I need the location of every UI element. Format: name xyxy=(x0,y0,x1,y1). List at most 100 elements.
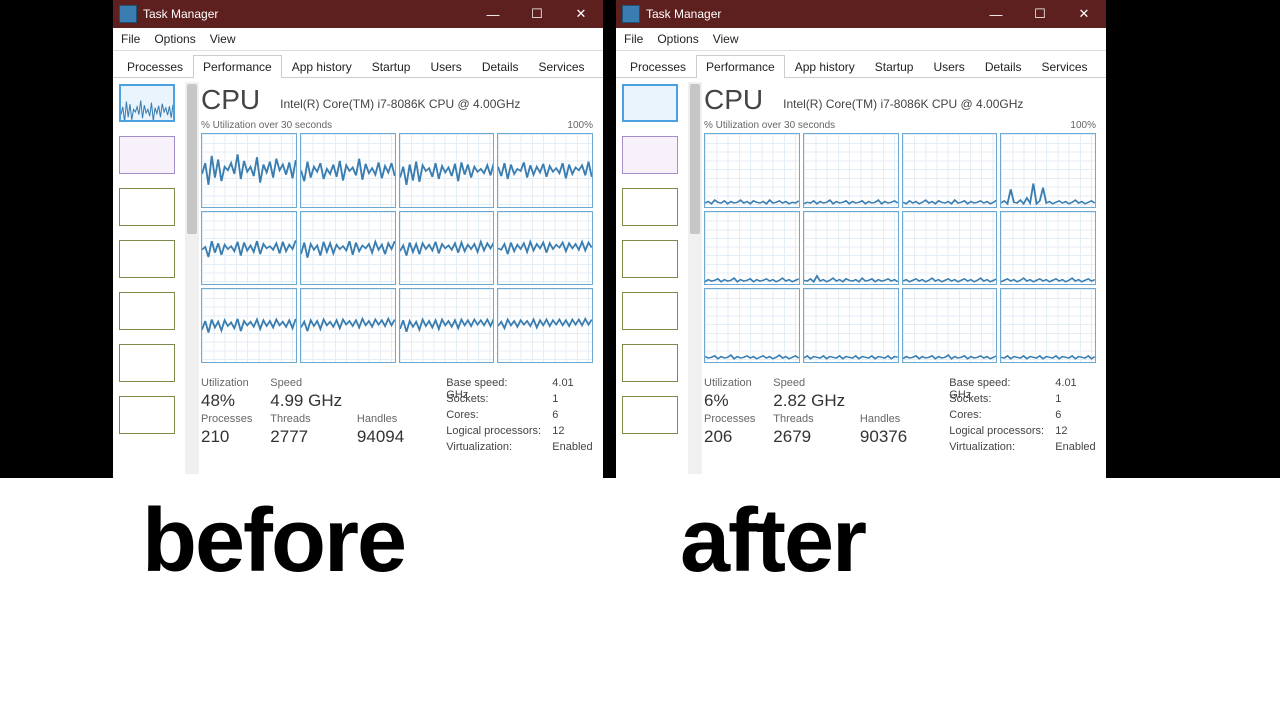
proc-value: 210 xyxy=(201,427,270,447)
cpu-model: Intel(R) Core(TM) i7-8086K CPU @ 4.00GHz xyxy=(280,97,520,116)
cpu-panel: CPU Intel(R) Core(TM) i7-8086K CPU @ 4.0… xyxy=(702,78,1106,480)
close-button[interactable]: ✕ xyxy=(1062,0,1106,28)
sidebar-cpu[interactable] xyxy=(622,84,678,122)
threads-value: 2679 xyxy=(773,427,860,447)
sidebar-disk1[interactable] xyxy=(119,240,175,278)
menu-options[interactable]: Options xyxy=(657,32,698,46)
tab-users[interactable]: Users xyxy=(420,55,471,78)
sidebar-disk3[interactable] xyxy=(119,344,175,382)
chart-max: 100% xyxy=(1070,120,1096,131)
speed-label: Speed xyxy=(270,377,357,389)
cpu-specs: Base speed:4.01 GHz Sockets:1 Cores:6 Lo… xyxy=(949,377,1096,457)
titlebar[interactable]: Task Manager — ☐ ✕ xyxy=(113,0,603,28)
tab-processes[interactable]: Processes xyxy=(117,55,193,78)
cpu-core-chart xyxy=(497,211,593,286)
cpu-core-chart xyxy=(300,211,396,286)
cpu-core-chart xyxy=(803,288,899,363)
cpu-core-chart xyxy=(399,133,495,208)
speed-label: Speed xyxy=(773,377,860,389)
cpu-core-chart xyxy=(497,288,593,363)
cpu-panel: CPU Intel(R) Core(TM) i7-8086K CPU @ 4.0… xyxy=(199,78,603,480)
util-value: 6% xyxy=(704,391,773,411)
cpu-core-chart xyxy=(803,133,899,208)
sidebar-scrollbar[interactable] xyxy=(688,82,702,474)
titlebar[interactable]: Task Manager — ☐ ✕ xyxy=(616,0,1106,28)
cpu-core-chart xyxy=(201,211,297,286)
sidebar-disk4[interactable] xyxy=(119,396,175,434)
threads-label: Threads xyxy=(773,413,860,425)
util-value: 48% xyxy=(201,391,270,411)
sidebar-scrollbar[interactable] xyxy=(185,82,199,474)
sidebar-disk0[interactable] xyxy=(119,188,175,226)
minimize-button[interactable]: — xyxy=(974,0,1018,28)
app-icon xyxy=(119,5,137,23)
cpu-model: Intel(R) Core(TM) i7-8086K CPU @ 4.00GHz xyxy=(783,97,1023,116)
window-title: Task Manager xyxy=(646,7,974,21)
cpu-core-chart xyxy=(902,288,998,363)
menu-file[interactable]: File xyxy=(624,32,643,46)
proc-value: 206 xyxy=(704,427,773,447)
caption-before: before xyxy=(142,490,405,593)
menu-file[interactable]: File xyxy=(121,32,140,46)
tab-performance[interactable]: Performance xyxy=(193,55,282,78)
tab-details[interactable]: Details xyxy=(975,55,1032,78)
tab-startup[interactable]: Startup xyxy=(865,55,924,78)
sidebar-disk2[interactable] xyxy=(119,292,175,330)
task-manager-after: Task Manager — ☐ ✕ File Options View Pro… xyxy=(616,0,1106,478)
handles-label: Handles xyxy=(357,413,424,425)
sidebar-cpu[interactable] xyxy=(119,84,175,122)
tab-processes[interactable]: Processes xyxy=(620,55,696,78)
cpu-core-chart xyxy=(704,288,800,363)
tabs: Processes Performance App history Startu… xyxy=(616,51,1106,78)
proc-label: Processes xyxy=(201,413,270,425)
util-label: Utilization xyxy=(201,377,270,389)
maximize-button[interactable]: ☐ xyxy=(1018,0,1062,28)
sidebar-memory[interactable] xyxy=(622,136,678,174)
tab-apphistory[interactable]: App history xyxy=(282,55,362,78)
minimize-button[interactable]: — xyxy=(471,0,515,28)
speed-value: 4.99 GHz xyxy=(270,391,357,411)
tab-apphistory[interactable]: App history xyxy=(785,55,865,78)
close-button[interactable]: ✕ xyxy=(559,0,603,28)
cpu-core-chart xyxy=(300,133,396,208)
cpu-core-chart xyxy=(300,288,396,363)
handles-label: Handles xyxy=(860,413,927,425)
sidebar-disk2[interactable] xyxy=(622,292,678,330)
tab-users[interactable]: Users xyxy=(923,55,974,78)
tab-performance[interactable]: Performance xyxy=(696,55,785,78)
sidebar-disk0[interactable] xyxy=(622,188,678,226)
cpu-core-chart xyxy=(201,288,297,363)
chart-max: 100% xyxy=(567,120,593,131)
tab-services[interactable]: Services xyxy=(1032,55,1098,78)
sidebar-disk1[interactable] xyxy=(622,240,678,278)
maximize-button[interactable]: ☐ xyxy=(515,0,559,28)
cpu-core-chart xyxy=(1000,288,1096,363)
cpu-core-chart xyxy=(497,133,593,208)
menu-view[interactable]: View xyxy=(210,32,236,46)
handles-value: 94094 xyxy=(357,427,424,447)
sidebar-disk3[interactable] xyxy=(622,344,678,382)
cpu-core-chart xyxy=(704,211,800,286)
menu-view[interactable]: View xyxy=(713,32,739,46)
threads-value: 2777 xyxy=(270,427,357,447)
tab-services[interactable]: Services xyxy=(529,55,595,78)
handles-value: 90376 xyxy=(860,427,927,447)
cpu-heading: CPU xyxy=(201,84,260,116)
cpu-core-chart xyxy=(399,288,495,363)
cpu-grid-after xyxy=(704,133,1096,363)
cpu-core-chart xyxy=(1000,211,1096,286)
cpu-core-chart xyxy=(201,133,297,208)
window-title: Task Manager xyxy=(143,7,471,21)
chart-label: % Utilization over 30 seconds xyxy=(704,120,835,131)
cpu-core-chart xyxy=(704,133,800,208)
cpu-core-chart xyxy=(1000,133,1096,208)
tab-details[interactable]: Details xyxy=(472,55,529,78)
performance-sidebar xyxy=(616,78,702,480)
caption-after: after xyxy=(680,490,865,593)
cpu-grid-before xyxy=(201,133,593,363)
sidebar-disk4[interactable] xyxy=(622,396,678,434)
sidebar-memory[interactable] xyxy=(119,136,175,174)
menu-options[interactable]: Options xyxy=(154,32,195,46)
cpu-core-chart xyxy=(902,211,998,286)
tab-startup[interactable]: Startup xyxy=(362,55,421,78)
